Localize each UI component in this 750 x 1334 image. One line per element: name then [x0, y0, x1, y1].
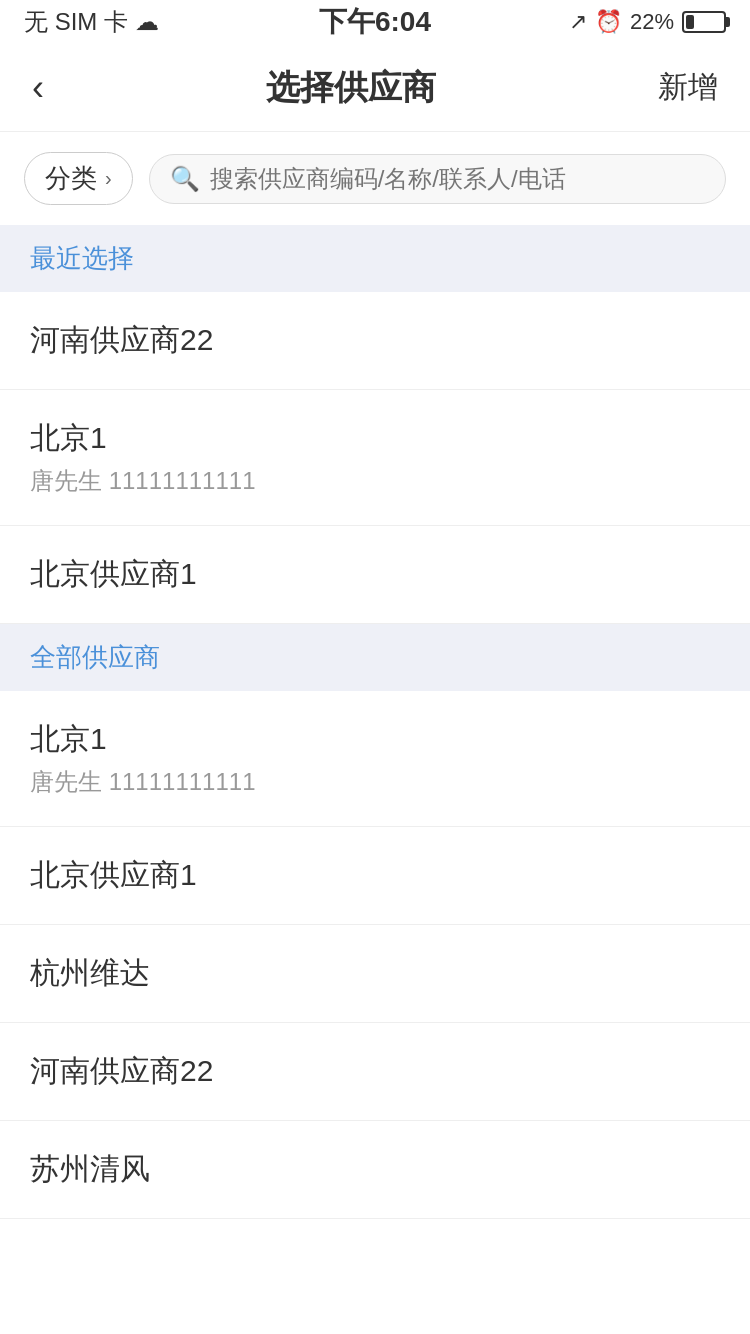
search-icon: 🔍	[170, 165, 200, 193]
all-list-item[interactable]: 河南供应商22	[0, 1023, 750, 1121]
nav-bar: ‹ 选择供应商 新增	[0, 44, 750, 132]
chevron-right-icon: ›	[105, 167, 112, 190]
all-list-item[interactable]: 北京1 唐先生 11111111111	[0, 691, 750, 827]
all-list-item[interactable]: 苏州清风	[0, 1121, 750, 1219]
item-name: 杭州维达	[30, 953, 720, 994]
item-name: 北京1	[30, 719, 720, 760]
location-icon: ↗	[569, 9, 587, 35]
item-sub: 唐先生 11111111111	[30, 465, 720, 497]
recent-section-label: 最近选择	[30, 243, 134, 273]
all-list-item[interactable]: 北京供应商1	[0, 827, 750, 925]
alarm-icon: ⏰	[595, 9, 622, 35]
status-time: 下午6:04	[319, 3, 431, 41]
battery-percent: 22%	[630, 9, 674, 35]
recent-list-item[interactable]: 北京供应商1	[0, 526, 750, 624]
all-items-list: 北京1 唐先生 11111111111 北京供应商1 杭州维达河南供应商22 苏州清风	[0, 691, 750, 1219]
status-right: ↗ ⏰ 22%	[569, 9, 726, 35]
item-sub: 唐先生 11111111111	[30, 766, 720, 798]
recent-list-item[interactable]: 河南供应商22	[0, 292, 750, 390]
page-title: 选择供应商	[266, 65, 436, 111]
item-name: 苏州清风	[30, 1149, 720, 1190]
back-button[interactable]: ‹	[32, 67, 44, 109]
item-name: 河南供应商22	[30, 320, 720, 361]
filter-row: 分类 › 🔍	[0, 132, 750, 225]
category-filter-button[interactable]: 分类 ›	[24, 152, 133, 205]
search-input[interactable]	[210, 165, 705, 193]
recent-items-list: 河南供应商22 北京1 唐先生 11111111111 北京供应商1	[0, 292, 750, 624]
search-box: 🔍	[149, 154, 726, 204]
add-button[interactable]: 新增	[658, 67, 718, 108]
status-left: 无 SIM 卡 ☁	[24, 6, 159, 38]
item-name: 北京供应商1	[30, 855, 720, 896]
item-name: 北京1	[30, 418, 720, 459]
all-list-item[interactable]: 杭州维达	[0, 925, 750, 1023]
category-label: 分类	[45, 161, 97, 196]
all-section-label: 全部供应商	[30, 642, 160, 672]
all-section-header: 全部供应商	[0, 624, 750, 691]
item-name: 河南供应商22	[30, 1051, 720, 1092]
sim-status: 无 SIM 卡 ☁	[24, 6, 159, 38]
item-name: 北京供应商1	[30, 554, 720, 595]
status-bar: 无 SIM 卡 ☁ 下午6:04 ↗ ⏰ 22%	[0, 0, 750, 44]
recent-section-header: 最近选择	[0, 225, 750, 292]
recent-list-item[interactable]: 北京1 唐先生 11111111111	[0, 390, 750, 526]
battery-icon	[682, 11, 726, 33]
